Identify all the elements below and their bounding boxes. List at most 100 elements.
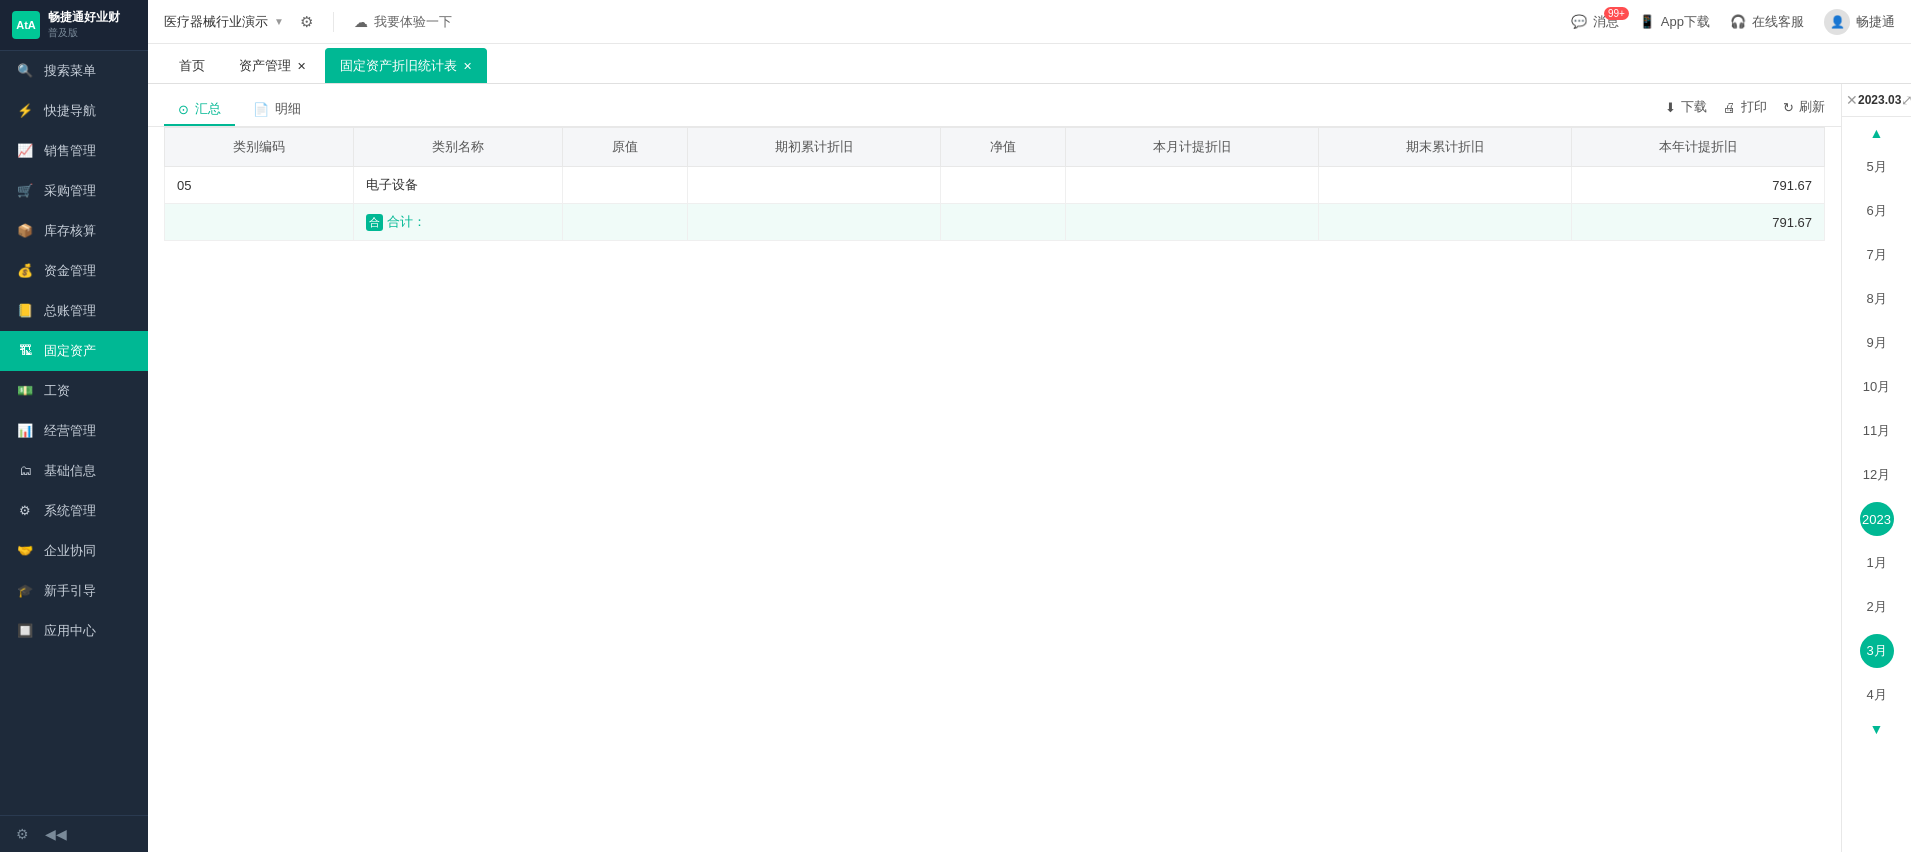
search-icon: 🔍: [16, 62, 34, 80]
print-button[interactable]: 🖨 打印: [1723, 98, 1767, 116]
date-panel-title: 2023.03: [1858, 93, 1901, 107]
month-9[interactable]: 9月: [1842, 321, 1911, 365]
sidebar-item-fixed-assets[interactable]: 🏗 固定资产: [0, 331, 148, 371]
tab-asset-mgmt-close[interactable]: ✕: [297, 60, 306, 73]
company-name: 医疗器械行业演示: [164, 13, 268, 31]
system-icon: ⚙: [16, 502, 34, 520]
sidebar-item-apps[interactable]: 🔲 应用中心: [0, 611, 148, 651]
date-panel-close-icon[interactable]: ✕: [1846, 92, 1858, 108]
sidebar-item-ledger[interactable]: 📒 总账管理: [0, 291, 148, 331]
sidebar-item-basic-info[interactable]: 🗂 基础信息: [0, 451, 148, 491]
settings-footer-icon[interactable]: ⚙: [16, 826, 29, 842]
month-2023-2[interactable]: 2月: [1842, 585, 1911, 629]
user-name: 畅捷通: [1856, 13, 1895, 31]
tab-fixed-depreciation-close[interactable]: ✕: [463, 60, 472, 73]
quick-nav-icon: ⚡: [16, 102, 34, 120]
sidebar-item-search[interactable]: 🔍 搜索菜单: [0, 51, 148, 91]
month-8[interactable]: 8月: [1842, 277, 1911, 321]
sidebar-item-label: 工资: [44, 382, 70, 400]
col-ending-accum: 期末累计折旧: [1319, 128, 1572, 167]
date-panel-expand-icon[interactable]: ⤢: [1901, 92, 1911, 108]
sidebar-item-label: 采购管理: [44, 182, 96, 200]
detail-icon: 📄: [253, 102, 269, 117]
experience-button[interactable]: ☁ 我要体验一下: [354, 13, 452, 31]
col-name: 类别名称: [354, 128, 563, 167]
sidebar-item-enterprise[interactable]: 🤝 企业协同: [0, 531, 148, 571]
customer-service-label: 在线客服: [1752, 13, 1804, 31]
sub-tab-detail[interactable]: 📄 明细: [239, 94, 315, 126]
sales-icon: 📈: [16, 142, 34, 160]
col-annual-dep: 本年计提折旧: [1572, 128, 1825, 167]
month-6[interactable]: 6月: [1842, 189, 1911, 233]
print-label: 打印: [1741, 98, 1767, 116]
col-net: 净值: [940, 128, 1065, 167]
experience-label: 我要体验一下: [374, 13, 452, 31]
sidebar-item-payroll[interactable]: 💵 工资: [0, 371, 148, 411]
main-area: 医疗器械行业演示 ▼ ⚙ ☁ 我要体验一下 💬 消息 99+ 📱 App下载 🎧…: [148, 0, 1911, 852]
download-button[interactable]: ⬇ 下载: [1665, 98, 1707, 116]
customer-service-button[interactable]: 🎧 在线客服: [1730, 13, 1804, 31]
download-icon: ⬇: [1665, 100, 1676, 115]
date-panel-header: ✕ 2023.03 ⤢: [1842, 84, 1911, 117]
sidebar-footer: ⚙ ◀◀: [0, 815, 148, 852]
inventory-icon: 📦: [16, 222, 34, 240]
message-button[interactable]: 💬 消息 99+: [1571, 13, 1619, 31]
sub-tab-summary[interactable]: ⊙ 汇总: [164, 94, 235, 126]
sidebar-item-funds[interactable]: 💰 资金管理: [0, 251, 148, 291]
collapse-sidebar-icon[interactable]: ◀◀: [45, 826, 67, 842]
sidebar-item-label: 应用中心: [44, 622, 96, 640]
col-code: 类别编码: [165, 128, 354, 167]
sidebar-item-quick-nav[interactable]: ⚡ 快捷导航: [0, 91, 148, 131]
sidebar-item-label: 库存核算: [44, 222, 96, 240]
month-2023-3[interactable]: 3月: [1842, 629, 1911, 673]
year-2023[interactable]: 2023: [1842, 497, 1911, 541]
tab-fixed-depreciation-label: 固定资产折旧统计表: [340, 57, 457, 75]
user-profile[interactable]: 👤 畅捷通: [1824, 9, 1895, 35]
sidebar-nav: 🔍 搜索菜单 ⚡ 快捷导航 📈 销售管理 🛒 采购管理 📦 库存核算 💰 资金管…: [0, 51, 148, 815]
sidebar-item-inventory[interactable]: 📦 库存核算: [0, 211, 148, 251]
date-panel: ✕ 2023.03 ⤢ ▲ 5月 6月 7月 8月 9月 10月 11月 12月…: [1841, 84, 1911, 852]
total-row: 合 合计： 791.67: [165, 204, 1825, 241]
sidebar-item-purchase[interactable]: 🛒 采购管理: [0, 171, 148, 211]
tab-home[interactable]: 首页: [164, 48, 220, 83]
sidebar-item-label: 新手引导: [44, 582, 96, 600]
total-icon: 合: [366, 214, 383, 231]
sidebar-item-label: 固定资产: [44, 342, 96, 360]
sidebar-item-operations[interactable]: 📊 经营管理: [0, 411, 148, 451]
message-icon: 💬: [1571, 14, 1587, 29]
ledger-icon: 📒: [16, 302, 34, 320]
topbar-settings-icon[interactable]: ⚙: [300, 13, 313, 31]
total-label: 合 合计：: [354, 204, 563, 241]
sidebar-item-label: 销售管理: [44, 142, 96, 160]
app-download-button[interactable]: 📱 App下载: [1639, 13, 1710, 31]
experience-icon: ☁: [354, 14, 368, 30]
date-month-scroll[interactable]: ▲ 5月 6月 7月 8月 9月 10月 11月 12月 2023 1月 2月 …: [1842, 117, 1911, 852]
month-7[interactable]: 7月: [1842, 233, 1911, 277]
refresh-button[interactable]: ↻ 刷新: [1783, 98, 1825, 116]
scroll-down-icon[interactable]: ▼: [1866, 717, 1888, 741]
month-5[interactable]: 5月: [1842, 145, 1911, 189]
scroll-up-icon[interactable]: ▲: [1866, 121, 1888, 145]
apps-icon: 🔲: [16, 622, 34, 640]
sidebar-item-guide[interactable]: 🎓 新手引导: [0, 571, 148, 611]
month-12[interactable]: 12月: [1842, 453, 1911, 497]
sidebar-logo: AtA: [12, 11, 40, 39]
company-selector[interactable]: 医疗器械行业演示 ▼: [164, 13, 284, 31]
row-name: 电子设备: [354, 167, 563, 204]
message-badge: 99+: [1604, 7, 1629, 20]
col-initial-accum: 期初累计折旧: [688, 128, 941, 167]
enterprise-icon: 🤝: [16, 542, 34, 560]
sidebar-item-label: 快捷导航: [44, 102, 96, 120]
month-10[interactable]: 10月: [1842, 365, 1911, 409]
month-11[interactable]: 11月: [1842, 409, 1911, 453]
tab-fixed-depreciation[interactable]: 固定资产折旧统计表 ✕: [325, 48, 487, 83]
sidebar-item-system[interactable]: ⚙ 系统管理: [0, 491, 148, 531]
sidebar-item-sales[interactable]: 📈 销售管理: [0, 131, 148, 171]
tab-asset-mgmt[interactable]: 资产管理 ✕: [224, 48, 321, 83]
month-2023-4[interactable]: 4月: [1842, 673, 1911, 717]
table-row: 05 电子设备 791.67: [165, 167, 1825, 204]
month-2023-1[interactable]: 1月: [1842, 541, 1911, 585]
fixed-assets-icon: 🏗: [16, 342, 34, 360]
sidebar: AtA 畅捷通好业财 普及版 🔍 搜索菜单 ⚡ 快捷导航 📈 销售管理 🛒 采购…: [0, 0, 148, 852]
refresh-label: 刷新: [1799, 98, 1825, 116]
